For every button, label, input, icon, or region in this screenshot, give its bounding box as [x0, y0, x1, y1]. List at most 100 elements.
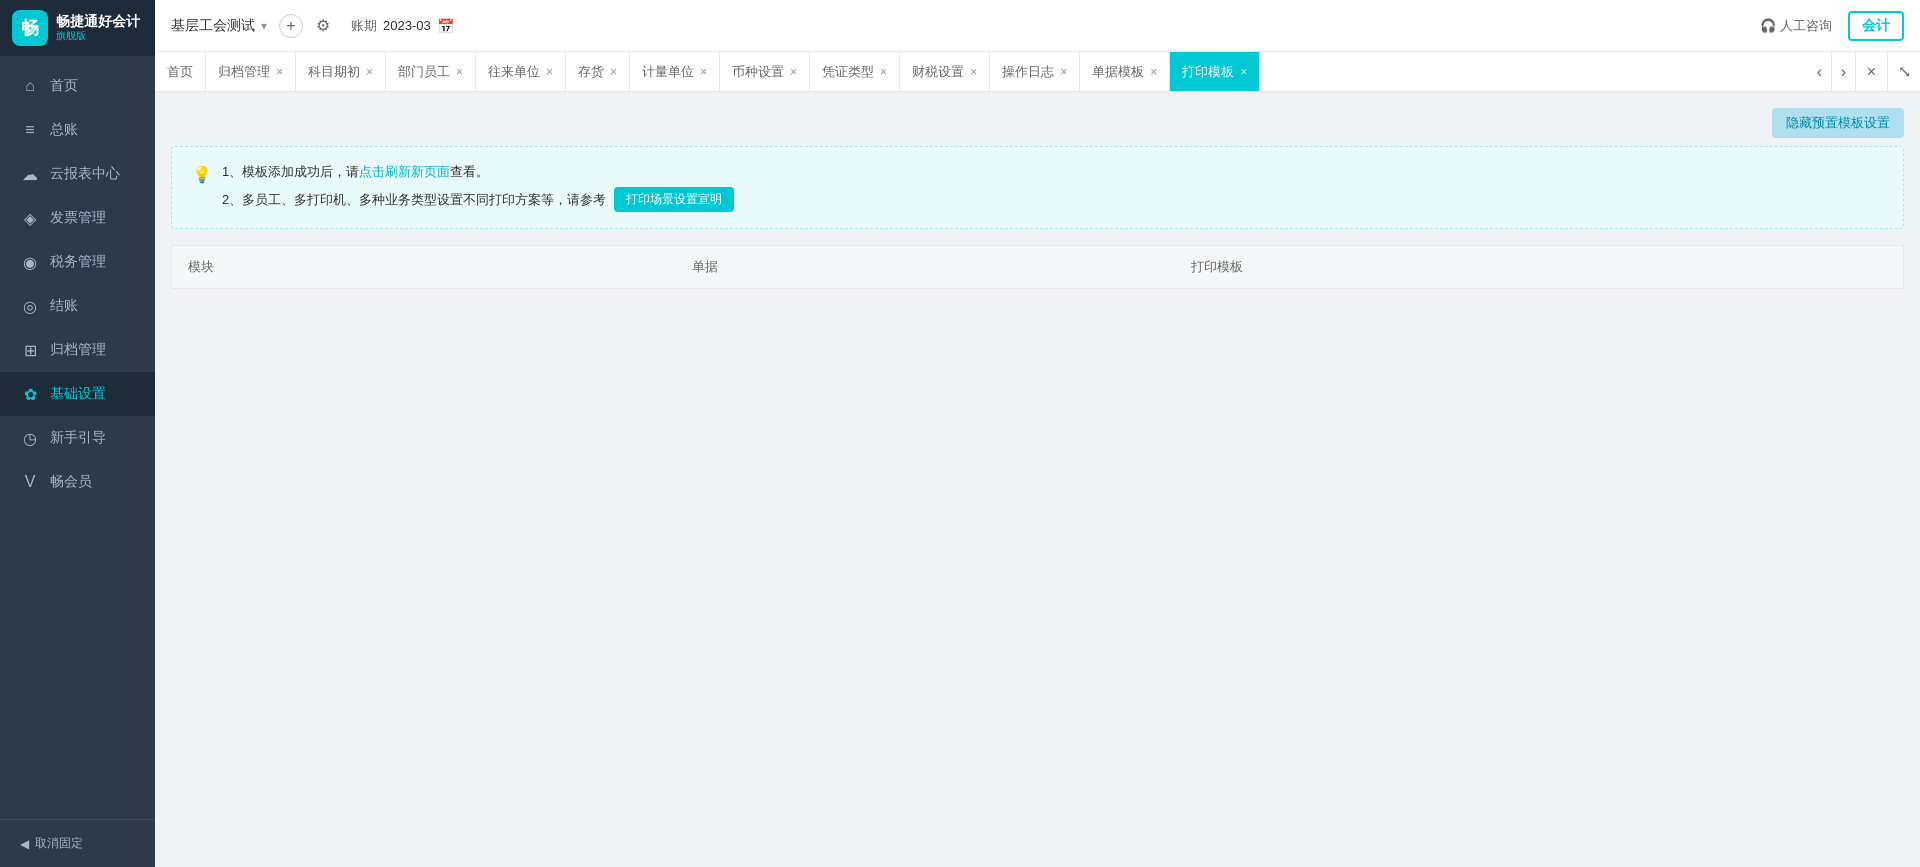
tab-close-icon[interactable]: ×	[970, 65, 977, 79]
notice-refresh-link[interactable]: 点击刷新新页面	[359, 164, 450, 179]
tab-expand-button[interactable]: ⤡	[1888, 52, 1920, 91]
sidebar: 畅 畅捷通好会计 旗舰版 ⌂ 首页 ≡ 总账 ☁ 云报表中心 ◈ 发票管理 ◉ …	[0, 0, 155, 867]
notice-line-1: 1、模板添加成功后，请点击刷新新页面查看。	[222, 163, 1883, 181]
archive-icon: ⊞	[20, 340, 40, 360]
tab-close-active-icon[interactable]: ×	[1240, 65, 1247, 79]
hide-template-button[interactable]: 隐藏预置模板设置	[1772, 108, 1904, 138]
tab-tax-settings[interactable]: 财税设置 ×	[900, 52, 990, 91]
app-title: 畅捷通好会计	[56, 13, 140, 30]
sidebar-item-home[interactable]: ⌂ 首页	[0, 64, 155, 108]
tab-close-icon[interactable]: ×	[1150, 65, 1157, 79]
sidebar-item-guide[interactable]: ◷ 新手引导	[0, 416, 155, 460]
main-content: 隐藏预置模板设置 💡 1、模板添加成功后，请点击刷新新页面查看。 2、多员工、多…	[155, 92, 1920, 867]
tab-home[interactable]: 首页	[155, 52, 206, 91]
tab-home-label: 首页	[167, 63, 193, 81]
notice-line1-prefix: 1、模板添加成功后，请	[222, 164, 359, 179]
notice-line-2: 2、多员工、多打印机、多种业务类型设置不同打印方案等，请参考 打印场景设置宣明	[222, 187, 1883, 212]
tab-close-icon[interactable]: ×	[366, 65, 373, 79]
closing-icon: ◎	[20, 296, 40, 316]
tab-inventory[interactable]: 存货 ×	[566, 52, 630, 91]
tab-label: 计量单位	[642, 63, 694, 81]
period-value: 2023-03	[383, 18, 431, 33]
print-scene-button[interactable]: 打印场景设置宣明	[614, 187, 734, 212]
col-print-template: 打印模板	[1175, 246, 1903, 289]
notice-line1-suffix: 查看。	[450, 164, 489, 179]
company-dropdown-icon[interactable]: ▾	[261, 19, 267, 33]
tab-currency[interactable]: 币种设置 ×	[720, 52, 810, 91]
tab-close-icon[interactable]: ×	[456, 65, 463, 79]
notice-box: 💡 1、模板添加成功后，请点击刷新新页面查看。 2、多员工、多打印机、多种业务类…	[171, 146, 1904, 229]
print-template-table: 模块 单据 打印模板	[171, 245, 1904, 289]
support-label: 人工咨询	[1780, 17, 1832, 35]
tab-close-icon[interactable]: ×	[276, 65, 283, 79]
sidebar-item-member[interactable]: V 畅会员	[0, 460, 155, 504]
app-subtitle: 旗舰版	[56, 29, 140, 43]
sidebar-nav: ⌂ 首页 ≡ 总账 ☁ 云报表中心 ◈ 发票管理 ◉ 税务管理 ◎ 结账 ⊞ 归…	[0, 56, 155, 819]
home-icon: ⌂	[20, 76, 40, 96]
sidebar-item-label: 归档管理	[50, 341, 106, 359]
tab-next-button[interactable]: ›	[1832, 52, 1856, 91]
tab-label: 打印模板	[1182, 63, 1234, 81]
period-label: 账期	[351, 17, 377, 35]
sidebar-item-label: 新手引导	[50, 429, 106, 447]
reports-icon: ☁	[20, 164, 40, 184]
sidebar-item-archive[interactable]: ⊞ 归档管理	[0, 328, 155, 372]
tab-close-icon[interactable]: ×	[1060, 65, 1067, 79]
tab-label: 单据模板	[1092, 63, 1144, 81]
member-icon: V	[20, 472, 40, 492]
sidebar-item-label: 结账	[50, 297, 78, 315]
invoice-icon: ◈	[20, 208, 40, 228]
sidebar-item-settings[interactable]: ✿ 基础设置	[0, 372, 155, 416]
tab-archive-mgmt[interactable]: 归档管理 ×	[206, 52, 296, 91]
sidebar-item-label: 发票管理	[50, 209, 106, 227]
sidebar-footer-unpin[interactable]: ◀ 取消固定	[0, 819, 155, 867]
add-tab-button[interactable]: +	[279, 14, 303, 38]
sidebar-item-label: 首页	[50, 77, 78, 95]
sidebar-item-tax[interactable]: ◉ 税务管理	[0, 240, 155, 284]
notice-bulb-icon: 💡	[192, 165, 212, 184]
sidebar-item-reports[interactable]: ☁ 云报表中心	[0, 152, 155, 196]
sidebar-item-invoice[interactable]: ◈ 发票管理	[0, 196, 155, 240]
tab-dept-staff[interactable]: 部门员工 ×	[386, 52, 476, 91]
app-logo-icon: 畅	[12, 10, 48, 46]
guide-icon: ◷	[20, 428, 40, 448]
tab-single-template[interactable]: 单据模板 ×	[1080, 52, 1170, 91]
sidebar-item-ledger[interactable]: ≡ 总账	[0, 108, 155, 152]
calendar-icon[interactable]: 📅	[437, 18, 454, 34]
sidebar-footer-label: 取消固定	[35, 835, 83, 852]
notice-line2-prefix: 2、多员工、多打印机、多种业务类型设置不同打印方案等，请参考	[222, 191, 606, 209]
sidebar-item-label: 税务管理	[50, 253, 106, 271]
tab-label: 归档管理	[218, 63, 270, 81]
tab-print-template[interactable]: 打印模板 ×	[1170, 52, 1260, 91]
tab-close-icon[interactable]: ×	[880, 65, 887, 79]
col-module: 模块	[172, 246, 676, 289]
tab-label: 往来单位	[488, 63, 540, 81]
tab-close-icon[interactable]: ×	[610, 65, 617, 79]
company-name: 基层工会测试	[171, 17, 255, 35]
tab-close-icon[interactable]: ×	[700, 65, 707, 79]
tab-label: 财税设置	[912, 63, 964, 81]
tab-measure-unit[interactable]: 计量单位 ×	[630, 52, 720, 91]
sidebar-item-label: 畅会员	[50, 473, 92, 491]
tab-close-icon[interactable]: ×	[546, 65, 553, 79]
tab-close-icon[interactable]: ×	[790, 65, 797, 79]
unpin-icon: ◀	[20, 837, 29, 851]
tab-close-all-button[interactable]: ×	[1856, 52, 1888, 91]
support-button[interactable]: 🎧 人工咨询	[1760, 17, 1832, 35]
tab-label: 科目期初	[308, 63, 360, 81]
tab-counterpart[interactable]: 往来单位 ×	[476, 52, 566, 91]
tab-operation-log[interactable]: 操作日志 ×	[990, 52, 1080, 91]
action-bar: 隐藏预置模板设置	[171, 108, 1904, 138]
sidebar-item-label: 云报表中心	[50, 165, 120, 183]
topbar-period: 账期 2023-03 📅	[351, 17, 454, 35]
user-role-button[interactable]: 会计	[1848, 11, 1904, 41]
tab-prev-button[interactable]: ‹	[1808, 52, 1832, 91]
topbar-settings-button[interactable]: ⚙	[311, 14, 335, 38]
topbar-company: 基层工会测试 ▾	[171, 17, 267, 35]
table-header: 模块 单据 打印模板	[172, 246, 1904, 289]
sidebar-item-closing[interactable]: ◎ 结账	[0, 284, 155, 328]
tab-subject-init[interactable]: 科目期初 ×	[296, 52, 386, 91]
table-header-row: 模块 单据 打印模板	[172, 246, 1904, 289]
tab-voucher-type[interactable]: 凭证类型 ×	[810, 52, 900, 91]
tab-label: 存货	[578, 63, 604, 81]
